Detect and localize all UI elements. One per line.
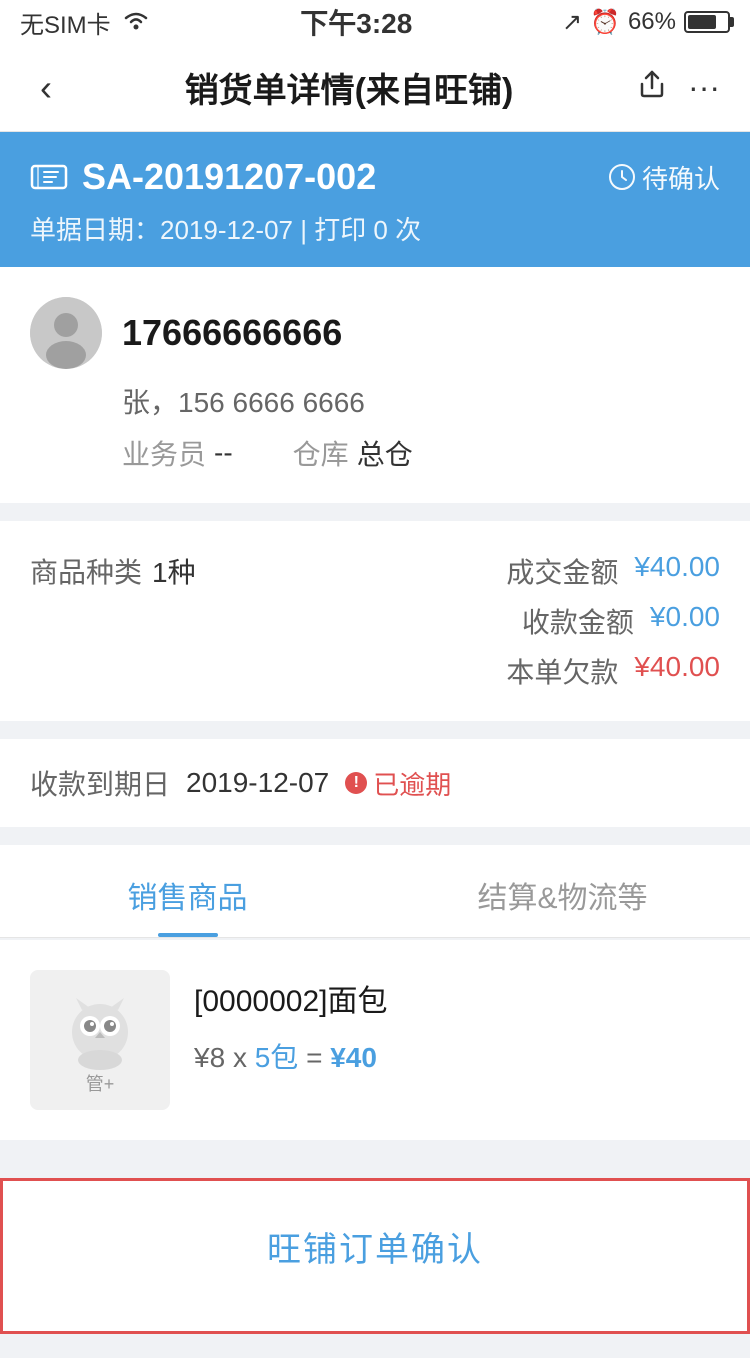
customer-avatar <box>30 297 102 369</box>
summary-section: 商品种类 1种 成交金额 ¥40.00 收款金额 ¥0.00 本单欠款 ¥40.… <box>0 521 750 721</box>
alarm-icon: ⏰ <box>590 8 620 37</box>
equals-sign: = <box>306 1042 330 1073</box>
warehouse-label: 仓库 <box>293 433 349 473</box>
status-bar: 无SIM卡 下午3:28 ↗ ⏰ 66% <box>0 0 750 44</box>
transaction-amount: ¥40.00 <box>634 551 720 591</box>
arrears-label: 本单欠款 <box>506 651 618 691</box>
carrier-text: 无SIM卡 <box>20 5 111 40</box>
price-per-unit: ¥8 <box>194 1042 225 1073</box>
order-status: 待确认 <box>608 159 720 196</box>
due-date-value: 2019-12-07 <box>186 767 329 799</box>
arrears-amount: ¥40.00 <box>634 651 720 691</box>
tab-settlement[interactable]: 结算&物流等 <box>375 845 750 937</box>
due-date-label: 收款到期日 <box>30 763 170 803</box>
receipt-amount: ¥0.00 <box>650 601 720 641</box>
product-quantity: 5包 <box>255 1042 299 1073</box>
product-types-count: 1种 <box>152 551 196 591</box>
battery-percent: 66% <box>628 8 676 36</box>
customer-meta: 业务员 -- 仓库 总仓 <box>122 433 720 473</box>
product-image: 管+ <box>30 970 170 1110</box>
page-title: 销货单详情(来自旺铺) <box>185 63 514 112</box>
share-button[interactable] <box>636 68 668 108</box>
location-icon: ↗ <box>562 8 582 37</box>
nav-bar: ‹ 销货单详情(来自旺铺) ··· <box>0 44 750 132</box>
overdue-badge: ! 已逾期 <box>345 765 451 802</box>
confirm-order-button[interactable]: 旺铺订单确认 <box>33 1201 717 1291</box>
order-date: 单据日期：2019-12-07 | 打印 0 次 <box>30 210 720 247</box>
status-time: 下午3:28 <box>300 2 412 42</box>
svg-text:管+: 管+ <box>86 1074 115 1094</box>
order-id: SA-20191207-002 <box>30 156 376 198</box>
wifi-icon <box>121 8 151 37</box>
customer-name: 张，156 6666 6666 <box>122 381 720 421</box>
status-right: ↗ ⏰ 66% <box>562 8 730 37</box>
transaction-label: 成交金额 <box>506 551 618 591</box>
product-price: ¥8 x 5包 = ¥40 <box>194 1036 720 1076</box>
due-date-section: 收款到期日 2019-12-07 ! 已逾期 <box>0 739 750 827</box>
back-button[interactable]: ‹ <box>30 57 62 119</box>
battery-icon <box>684 11 730 33</box>
overdue-icon: ! <box>345 772 367 794</box>
product-info: [0000002]面包 ¥8 x 5包 = ¥40 <box>194 970 720 1076</box>
multiply-sign: x <box>233 1042 255 1073</box>
confirm-button-wrapper: 旺铺订单确认 <box>0 1178 750 1334</box>
warehouse-value: 总仓 <box>357 433 413 473</box>
tabs-section: 销售商品 结算&物流等 <box>0 845 750 938</box>
receipt-label: 收款金额 <box>522 601 634 641</box>
nav-actions: ··· <box>636 68 720 108</box>
customer-section: 17666666666 张，156 6666 6666 业务员 -- 仓库 总仓 <box>0 267 750 503</box>
salesperson-label: 业务员 <box>122 433 206 473</box>
order-header: SA-20191207-002 待确认 单据日期：2019-12-07 | 打印… <box>0 132 750 267</box>
overdue-text: 已逾期 <box>373 765 451 802</box>
more-button[interactable]: ··· <box>688 69 720 106</box>
salesperson-value: -- <box>214 437 233 469</box>
product-item: 管+ [0000002]面包 ¥8 x 5包 = ¥40 <box>0 940 750 1140</box>
product-list: 管+ [0000002]面包 ¥8 x 5包 = ¥40 <box>0 940 750 1140</box>
status-left: 无SIM卡 <box>20 5 151 40</box>
product-types-label: 商品种类 <box>30 551 142 591</box>
tab-sales-products[interactable]: 销售商品 <box>0 845 375 937</box>
customer-phone: 17666666666 <box>122 312 342 354</box>
product-total: ¥40 <box>330 1042 377 1073</box>
product-name: [0000002]面包 <box>194 976 720 1020</box>
